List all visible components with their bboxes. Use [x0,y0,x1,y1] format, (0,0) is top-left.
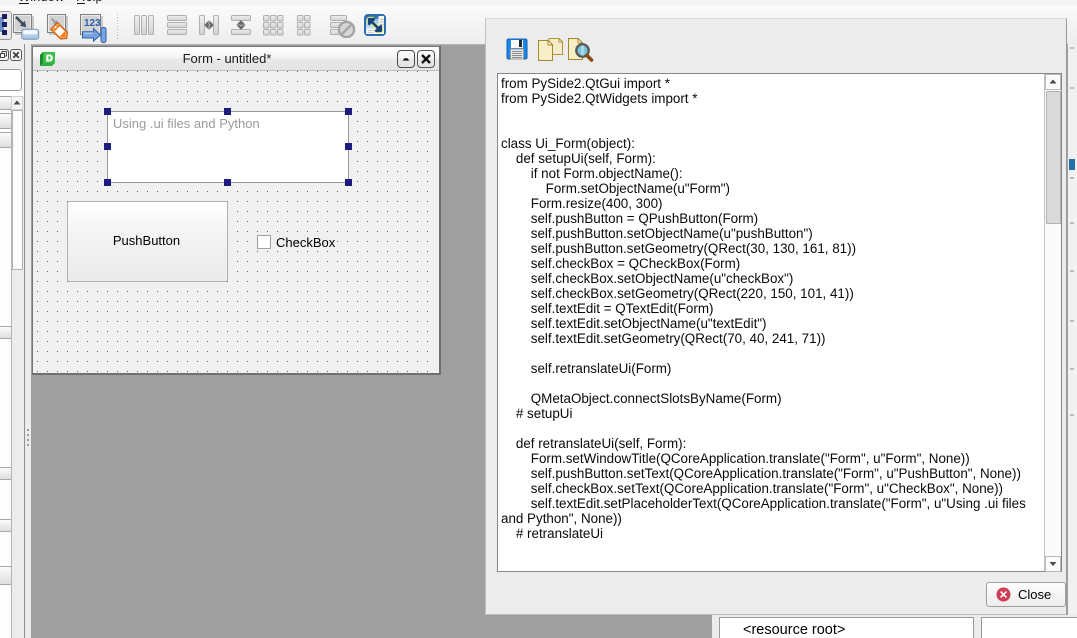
svg-text:123: 123 [84,18,101,29]
